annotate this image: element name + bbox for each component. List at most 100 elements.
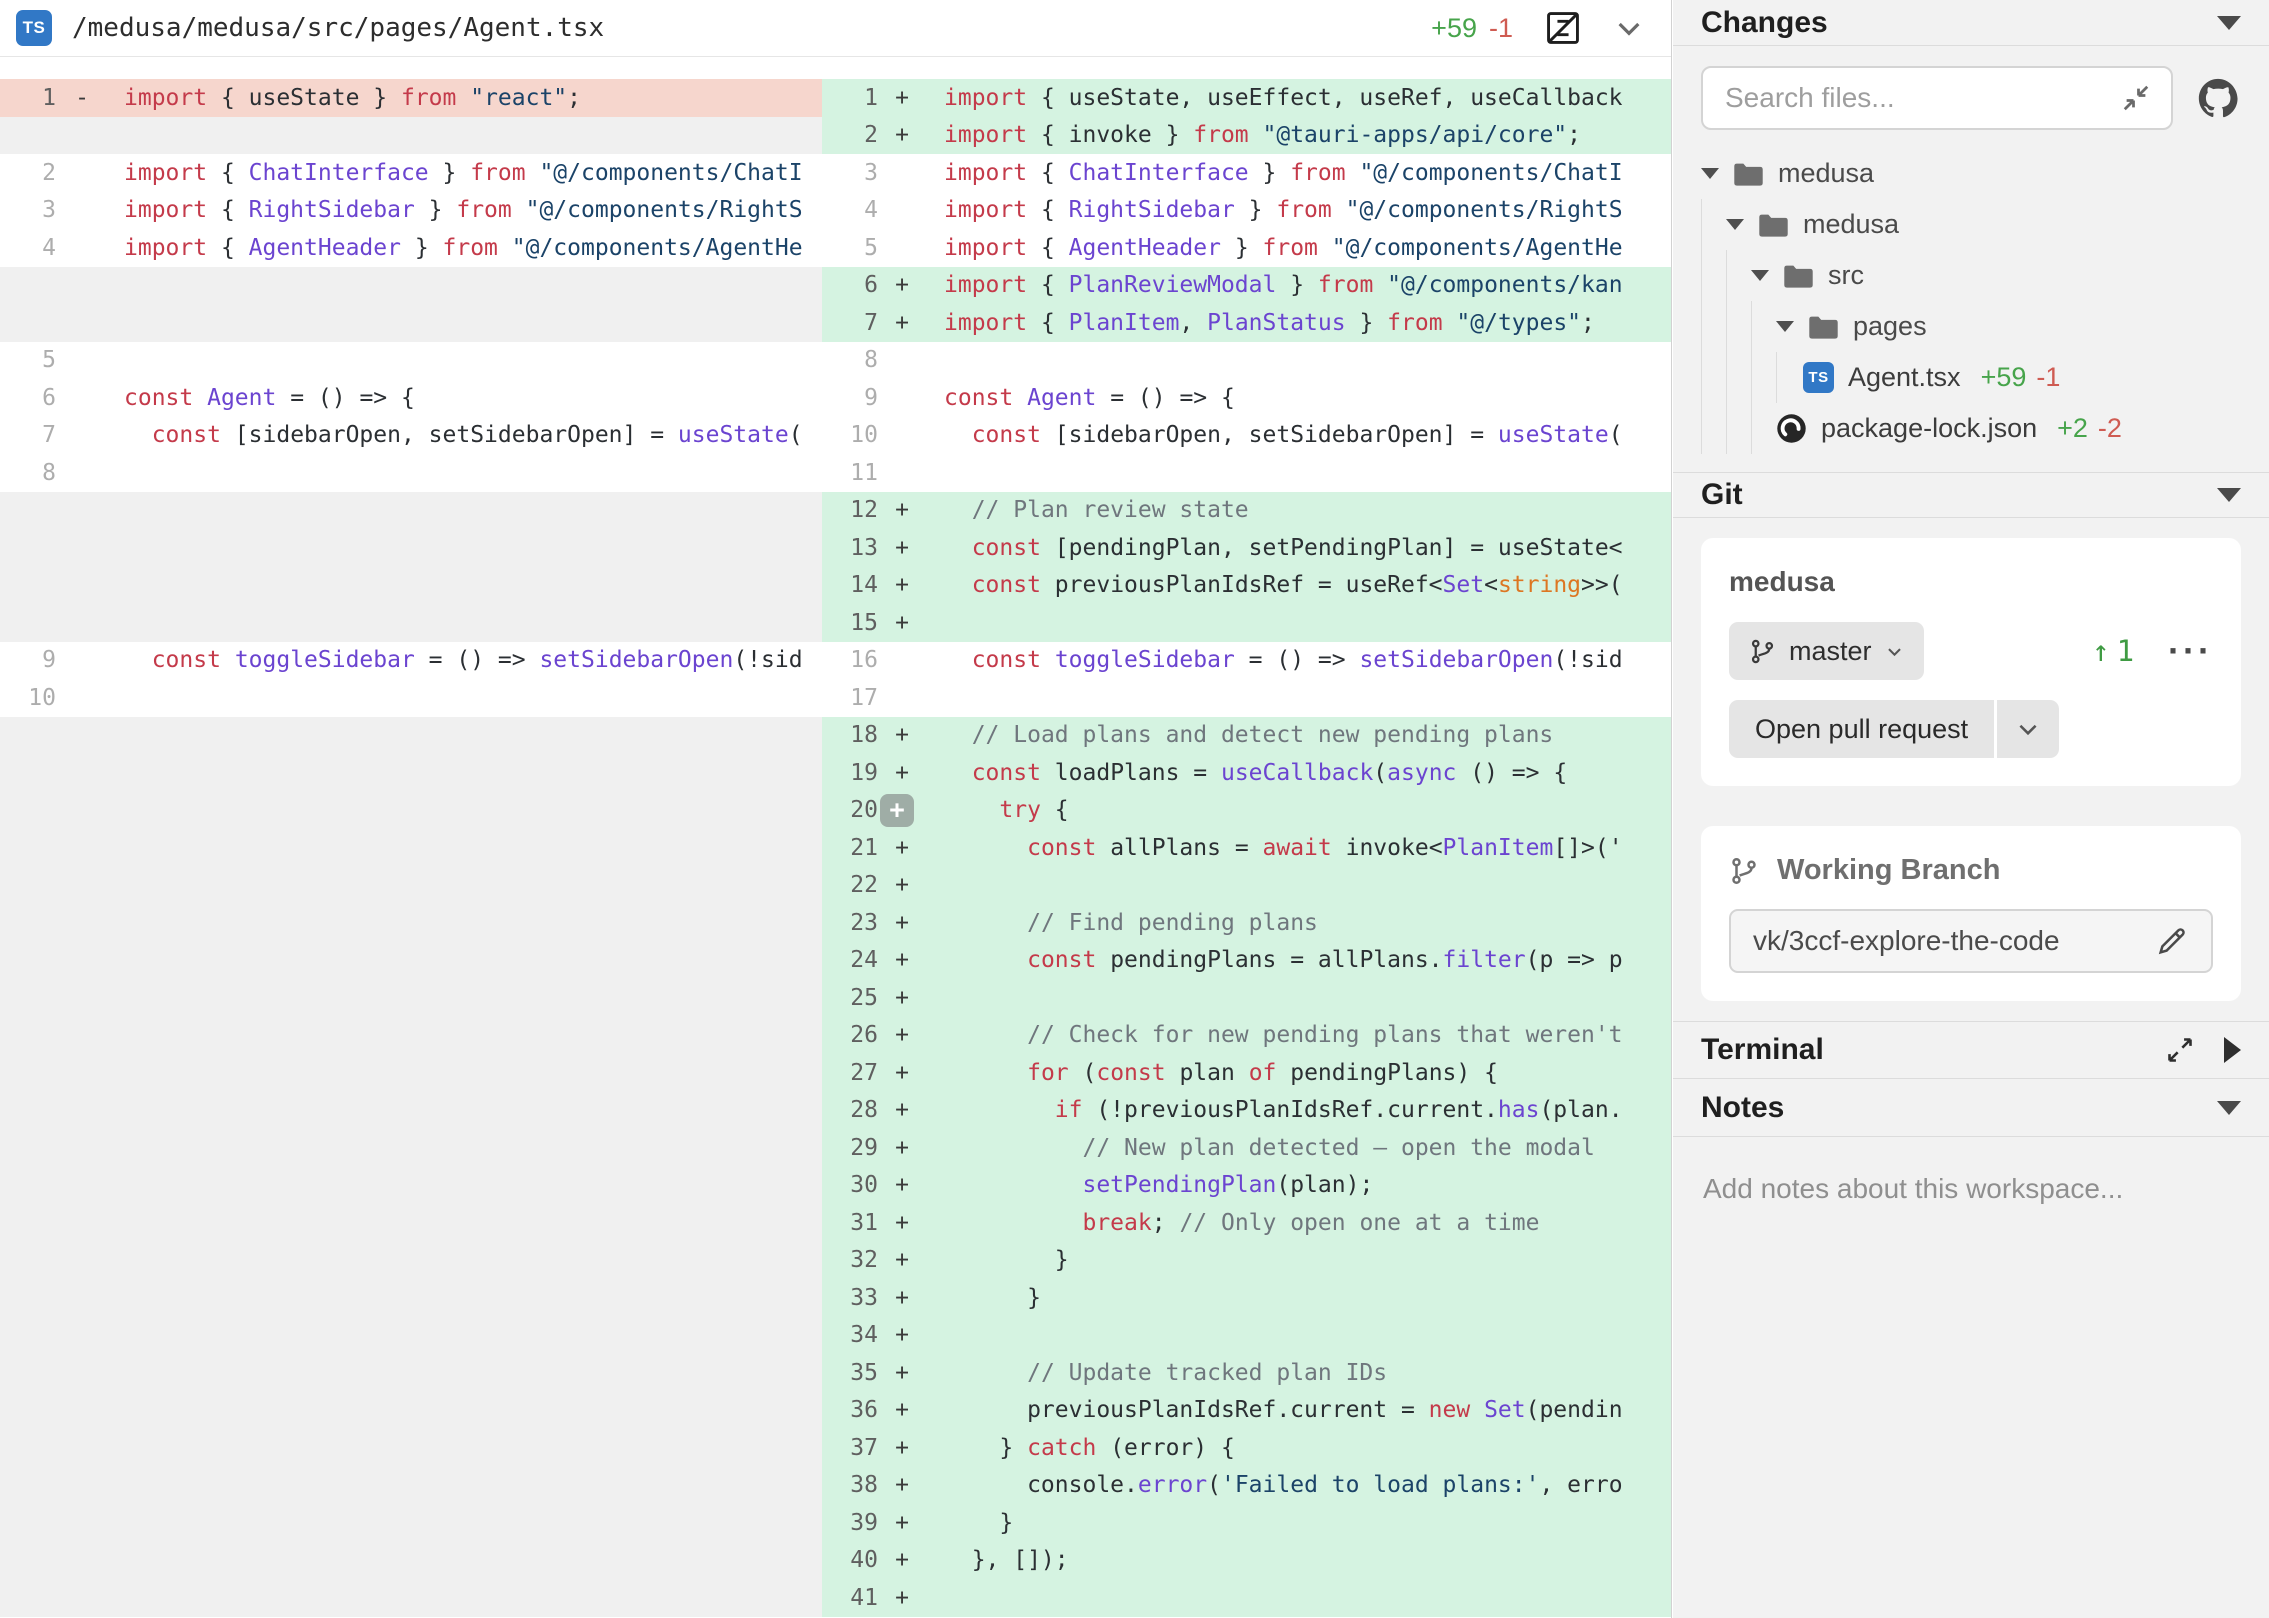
code-text: if (!previousPlanIdsRef.current.has(plan…	[926, 1097, 1623, 1123]
diff-code-line: 3import { RightSidebar } from "@/compone…	[0, 192, 822, 230]
line-number: 20	[822, 797, 878, 823]
deletions-count: -2	[2098, 413, 2122, 444]
code-text: import { PlanReviewModal } from "@/compo…	[926, 272, 1623, 298]
diff-filler-line	[0, 604, 822, 642]
notes-title: Notes	[1701, 1091, 1784, 1125]
diff-sign: +	[878, 610, 926, 636]
split-diff-icon[interactable]	[1543, 8, 1583, 48]
diff-sign: +	[878, 1135, 926, 1161]
open-terminal-icon[interactable]	[2224, 1037, 2241, 1063]
pull-request-options-button[interactable]	[1997, 700, 2059, 758]
code-text: const [pendingPlan, setPendingPlan] = us…	[926, 535, 1623, 561]
edit-branch-icon[interactable]	[2155, 924, 2189, 958]
code-text: import { ChatInterface } from "@/compone…	[926, 160, 1623, 186]
tree-item-label: pages	[1853, 311, 1927, 342]
chevron-down-icon[interactable]	[1726, 219, 1744, 230]
diff-code-line: 32+ }	[822, 1242, 1672, 1280]
line-number: 3	[822, 160, 878, 186]
branch-selector[interactable]: master	[1729, 622, 1924, 680]
code-text: // New plan detected – open the modal	[926, 1135, 1595, 1161]
open-pull-request-button[interactable]: Open pull request	[1729, 700, 1994, 758]
code-text: for (const plan of pendingPlans) {	[926, 1060, 1498, 1086]
code-text: try {	[926, 797, 1069, 823]
diff-row: 14+ const previousPlanIdsRef = useRef<Se…	[0, 567, 1671, 605]
diff-row: 1-import { useState } from "react";1+imp…	[0, 79, 1671, 117]
tree-folder-medusa[interactable]: medusa	[1701, 148, 2241, 199]
diff-code-line: 15+	[822, 604, 1672, 642]
terminal-section-header[interactable]: Terminal	[1673, 1021, 2269, 1079]
line-number: 5	[822, 235, 878, 261]
notes-input-area[interactable]: Add notes about this workspace...	[1673, 1137, 2269, 1241]
chevron-down-icon[interactable]	[2217, 1101, 2241, 1115]
diff-code-line: 5import { AgentHeader } from "@/componen…	[822, 229, 1672, 267]
diff-filler-line	[0, 267, 822, 305]
code-text: import { invoke } from "@tauri-apps/api/…	[926, 122, 1581, 148]
diff-row: 2+import { invoke } from "@tauri-apps/ap…	[0, 117, 1671, 155]
diff-sign: +	[878, 1547, 926, 1573]
diff-code-line: 14+ const previousPlanIdsRef = useRef<Se…	[822, 567, 1672, 605]
code-text: } catch (error) {	[926, 1435, 1235, 1461]
code-text: }	[926, 1510, 1013, 1536]
arrow-up-icon: ↑	[2092, 634, 2109, 668]
chevron-down-icon[interactable]	[1776, 321, 1794, 332]
diff-code-line: 3 import { ChatInterface } from "@/compon…	[822, 154, 1672, 192]
line-number: 18	[822, 722, 878, 748]
diff-sign: +	[878, 1022, 926, 1048]
line-number: 40	[822, 1547, 878, 1573]
diff-code-line: 6const Agent = () => {	[0, 379, 822, 417]
diff-filler-line	[0, 529, 822, 567]
chevron-down-icon[interactable]	[1751, 270, 1769, 281]
diff-filler-line	[0, 304, 822, 342]
diff-code-line: 38+ console.error('Failed to load plans:…	[822, 1467, 1672, 1505]
diff-code-line: 21+ const allPlans = await invoke<PlanIt…	[822, 829, 1672, 867]
working-branch-field[interactable]: vk/3ccf-explore-the-code	[1729, 909, 2213, 973]
expand-terminal-icon[interactable]	[2166, 1036, 2194, 1064]
changes-section-header[interactable]: Changes	[1673, 0, 2269, 46]
working-branch-value: vk/3ccf-explore-the-code	[1753, 925, 2060, 957]
search-files-input[interactable]	[1723, 81, 2121, 115]
code-text: const [sidebarOpen, setSidebarOpen] = us…	[926, 422, 1623, 448]
line-number: 13	[822, 535, 878, 561]
more-options-icon[interactable]: ···	[2168, 641, 2213, 661]
add-comment-button[interactable]: +	[880, 794, 914, 827]
branch-name: master	[1789, 636, 1872, 667]
line-number: 27	[822, 1060, 878, 1086]
diff-row: 37+ } catch (error) {	[0, 1429, 1671, 1467]
diff-code-line: 34+	[822, 1317, 1672, 1355]
github-icon[interactable]	[2195, 75, 2241, 121]
diff-row: 2import { ChatInterface } from "@/compon…	[0, 154, 1671, 192]
diff-code-line: 6+import { PlanReviewModal } from "@/com…	[822, 267, 1672, 305]
diff-row: 41+	[0, 1579, 1671, 1617]
search-files-box[interactable]	[1701, 66, 2173, 130]
line-number: 8	[0, 460, 56, 486]
diff-row: 29+ // New plan detected – open the moda…	[0, 1129, 1671, 1167]
diff-filler-line	[0, 1279, 822, 1317]
tree-folder-src[interactable]: src	[1701, 250, 2241, 301]
notes-section-header[interactable]: Notes	[1673, 1079, 2269, 1137]
line-number: 9	[822, 385, 878, 411]
tree-file-package-lock.json[interactable]: package-lock.json+2-2	[1701, 403, 2241, 454]
tree-folder-pages[interactable]: pages	[1701, 301, 2241, 352]
git-section-header[interactable]: Git	[1673, 472, 2269, 518]
tree-file-Agent.tsx[interactable]: TSAgent.tsx+59-1	[1701, 352, 2241, 403]
line-number: 8	[822, 347, 878, 373]
diff-row: 811	[0, 454, 1671, 492]
diff-filler-line	[0, 942, 822, 980]
diff-sign: +	[878, 1322, 926, 1348]
diff-code-line: 1+import { useState, useEffect, useRef, …	[822, 79, 1672, 117]
line-number: 29	[822, 1135, 878, 1161]
diff-sign: +	[878, 310, 926, 336]
line-number: 6	[0, 385, 56, 411]
diff-code-line: 8	[0, 454, 822, 492]
diff-filler-line	[0, 1542, 822, 1580]
chevron-down-icon[interactable]	[2217, 16, 2241, 30]
line-number: 12	[822, 497, 878, 523]
tree-folder-medusa[interactable]: medusa	[1701, 199, 2241, 250]
diff-sign: +	[878, 1060, 926, 1086]
collapse-tree-icon[interactable]	[2121, 83, 2151, 113]
chevron-down-icon[interactable]	[2217, 488, 2241, 502]
diff-code-line: 9 const toggleSidebar = () => setSidebar…	[0, 642, 822, 680]
collapse-file-chevron-icon[interactable]	[1613, 12, 1645, 44]
chevron-down-icon[interactable]	[1701, 168, 1719, 179]
diff-row: 15+	[0, 604, 1671, 642]
